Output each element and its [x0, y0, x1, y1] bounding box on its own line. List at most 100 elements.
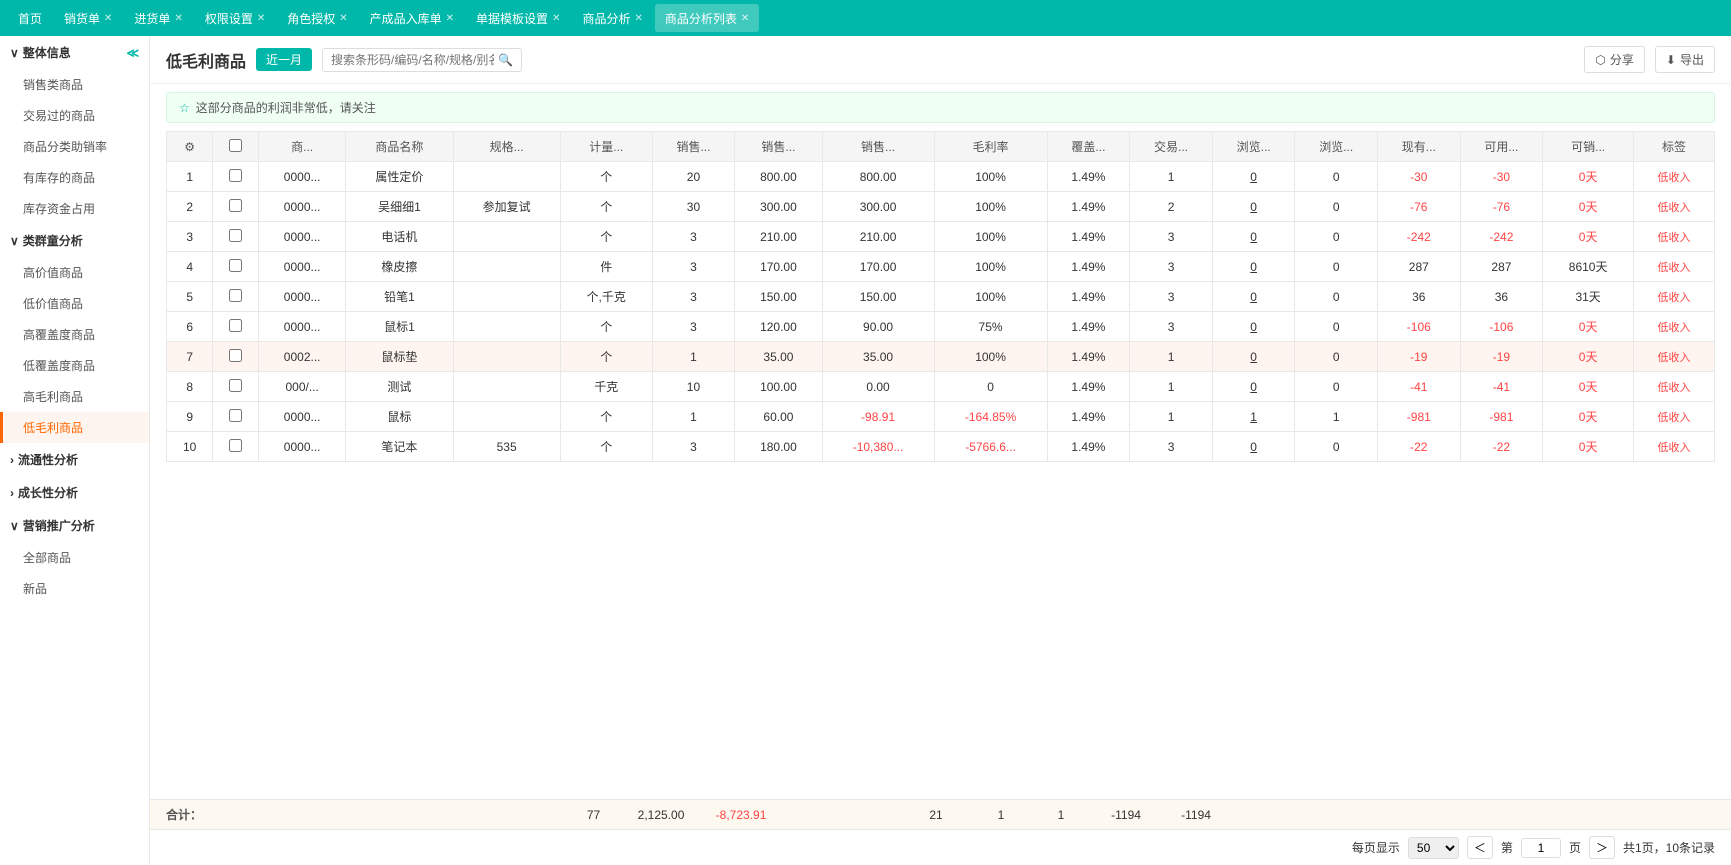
sidebar-group-circulation[interactable]: › 流通性分析	[0, 443, 149, 476]
col-gross-margin[interactable]: 毛利率	[934, 132, 1047, 162]
sidebar-item-traded-products[interactable]: 交易过的商品	[0, 100, 149, 131]
nav-close-purchase[interactable]: ✕	[174, 13, 182, 24]
col-spec[interactable]: 规格...	[453, 132, 560, 162]
page-size-select[interactable]: 50 20 100	[1408, 837, 1459, 859]
row-checkbox[interactable]	[213, 282, 259, 312]
sidebar-item-sales-products[interactable]: 销售类商品	[0, 69, 149, 100]
sidebar-item-capital-occupation[interactable]: 库存资金占用	[0, 193, 149, 224]
search-input[interactable]	[331, 53, 494, 67]
nav-item-sales[interactable]: 销货单 ✕	[54, 4, 122, 32]
sidebar-item-in-stock[interactable]: 有库存的商品	[0, 162, 149, 193]
nav-close-roles[interactable]: ✕	[339, 13, 347, 24]
table-row: 6 0000... 鼠标1 个 3 120.00 90.00 75% 1.49%…	[167, 312, 1715, 342]
col-sales-price[interactable]: 销售...	[735, 132, 822, 162]
sidebar-item-low-margin[interactable]: 低毛利商品	[0, 412, 149, 443]
row-browse1[interactable]: 0	[1212, 282, 1295, 312]
row-browse1[interactable]: 0	[1212, 432, 1295, 462]
chevron-right-icon-circulation: ›	[10, 453, 14, 467]
row-tag: 低收入	[1634, 222, 1715, 252]
page-number-input[interactable]	[1521, 838, 1561, 858]
sidebar-item-high-value[interactable]: 高价值商品	[0, 257, 149, 288]
row-checkbox[interactable]	[213, 432, 259, 462]
collapse-icon-overall[interactable]: ≪	[126, 46, 139, 60]
row-browse1[interactable]: 1	[1212, 402, 1295, 432]
col-unit[interactable]: 计量...	[560, 132, 652, 162]
row-available: -76	[1460, 192, 1543, 222]
prev-page-button[interactable]: ＜	[1467, 836, 1493, 859]
row-unit: 个,千克	[560, 282, 652, 312]
nav-item-product-inbound[interactable]: 产成品入库单 ✕	[360, 4, 464, 32]
share-button[interactable]: ⬡ 分享	[1584, 46, 1645, 73]
row-checkbox[interactable]	[213, 372, 259, 402]
nav-item-template-settings[interactable]: 单据模板设置 ✕	[466, 4, 570, 32]
nav-close-template-settings[interactable]: ✕	[552, 13, 560, 24]
col-available[interactable]: 可用...	[1460, 132, 1543, 162]
col-checkbox[interactable]	[213, 132, 259, 162]
sidebar-group-marketing[interactable]: ∨ 营销推广分析	[0, 509, 149, 542]
row-checkbox[interactable]	[213, 192, 259, 222]
nav-close-product-analysis[interactable]: ✕	[634, 13, 642, 24]
sidebar-group-cluster[interactable]: ∨ 类群童分析	[0, 224, 149, 257]
row-browse1[interactable]: 0	[1212, 372, 1295, 402]
col-sales-profit[interactable]: 销售...	[822, 132, 934, 162]
nav-item-home[interactable]: 首页	[8, 4, 52, 32]
sidebar-group-growth[interactable]: › 成长性分析	[0, 476, 149, 509]
sidebar-item-new-products[interactable]: 新品	[0, 573, 149, 604]
row-no: 4	[167, 252, 213, 282]
col-transaction[interactable]: 交易...	[1130, 132, 1213, 162]
row-code: 0000...	[258, 312, 345, 342]
content-area: 低毛利商品 近一月 🔍 ⬡ 分享 ⬇ 导出 ☆ 这部分商品的利润非常低，请关注	[150, 36, 1731, 865]
nav-close-product-analysis-list[interactable]: ✕	[741, 13, 749, 24]
row-checkbox[interactable]	[213, 342, 259, 372]
row-browse1[interactable]: 0	[1212, 162, 1295, 192]
row-current-stock: -242	[1378, 222, 1461, 252]
row-no: 3	[167, 222, 213, 252]
col-tag[interactable]: 标签	[1634, 132, 1715, 162]
row-browse1[interactable]: 0	[1212, 342, 1295, 372]
nav-close-sales[interactable]: ✕	[104, 13, 112, 24]
row-browse1[interactable]: 0	[1212, 312, 1295, 342]
row-browse1[interactable]: 0	[1212, 252, 1295, 282]
nav-item-purchase[interactable]: 进货单 ✕	[124, 4, 192, 32]
nav-close-product-inbound[interactable]: ✕	[446, 13, 454, 24]
row-sales-price: 800.00	[735, 162, 822, 192]
row-gross-margin: 100%	[934, 252, 1047, 282]
col-name[interactable]: 商品名称	[346, 132, 453, 162]
sidebar-item-low-value[interactable]: 低价值商品	[0, 288, 149, 319]
sidebar-item-high-margin[interactable]: 高毛利商品	[0, 381, 149, 412]
row-browse1[interactable]: 0	[1212, 192, 1295, 222]
col-coverage[interactable]: 覆盖...	[1047, 132, 1130, 162]
col-code[interactable]: 商...	[258, 132, 345, 162]
row-saleable: 8610天	[1543, 252, 1634, 282]
row-checkbox[interactable]	[213, 222, 259, 252]
nav-item-product-analysis-list[interactable]: 商品分析列表 ✕	[655, 4, 759, 32]
search-icon[interactable]: 🔍	[498, 53, 513, 67]
nav-item-permissions[interactable]: 权限设置 ✕	[195, 4, 275, 32]
sidebar-item-low-coverage[interactable]: 低覆盖度商品	[0, 350, 149, 381]
row-checkbox[interactable]	[213, 402, 259, 432]
row-browse2: 0	[1295, 282, 1378, 312]
col-settings[interactable]: ⚙	[167, 132, 213, 162]
nav-item-roles[interactable]: 角色授权 ✕	[277, 4, 357, 32]
row-checkbox[interactable]	[213, 252, 259, 282]
export-button[interactable]: ⬇ 导出	[1655, 46, 1715, 73]
next-page-button[interactable]: ＞	[1589, 836, 1615, 859]
row-browse1[interactable]: 0	[1212, 222, 1295, 252]
nav-close-permissions[interactable]: ✕	[257, 13, 265, 24]
col-current-stock[interactable]: 现有...	[1378, 132, 1461, 162]
date-filter-button[interactable]: 近一月	[256, 48, 312, 71]
sidebar-item-high-coverage[interactable]: 高覆盖度商品	[0, 319, 149, 350]
select-all-checkbox[interactable]	[229, 139, 242, 152]
sidebar-group-overall[interactable]: ∨ 整体信息 ≪	[0, 36, 149, 69]
row-checkbox[interactable]	[213, 312, 259, 342]
row-checkbox[interactable]	[213, 162, 259, 192]
notice-icon: ☆	[179, 101, 190, 115]
row-transaction: 3	[1130, 282, 1213, 312]
col-browse2[interactable]: 浏览...	[1295, 132, 1378, 162]
nav-item-product-analysis[interactable]: 商品分析 ✕	[572, 4, 652, 32]
col-sales-qty[interactable]: 销售...	[652, 132, 735, 162]
sidebar-item-all-products[interactable]: 全部商品	[0, 542, 149, 573]
col-browse1[interactable]: 浏览...	[1212, 132, 1295, 162]
sidebar-item-category-sales-rate[interactable]: 商品分类助销率	[0, 131, 149, 162]
col-saleable[interactable]: 可销...	[1543, 132, 1634, 162]
